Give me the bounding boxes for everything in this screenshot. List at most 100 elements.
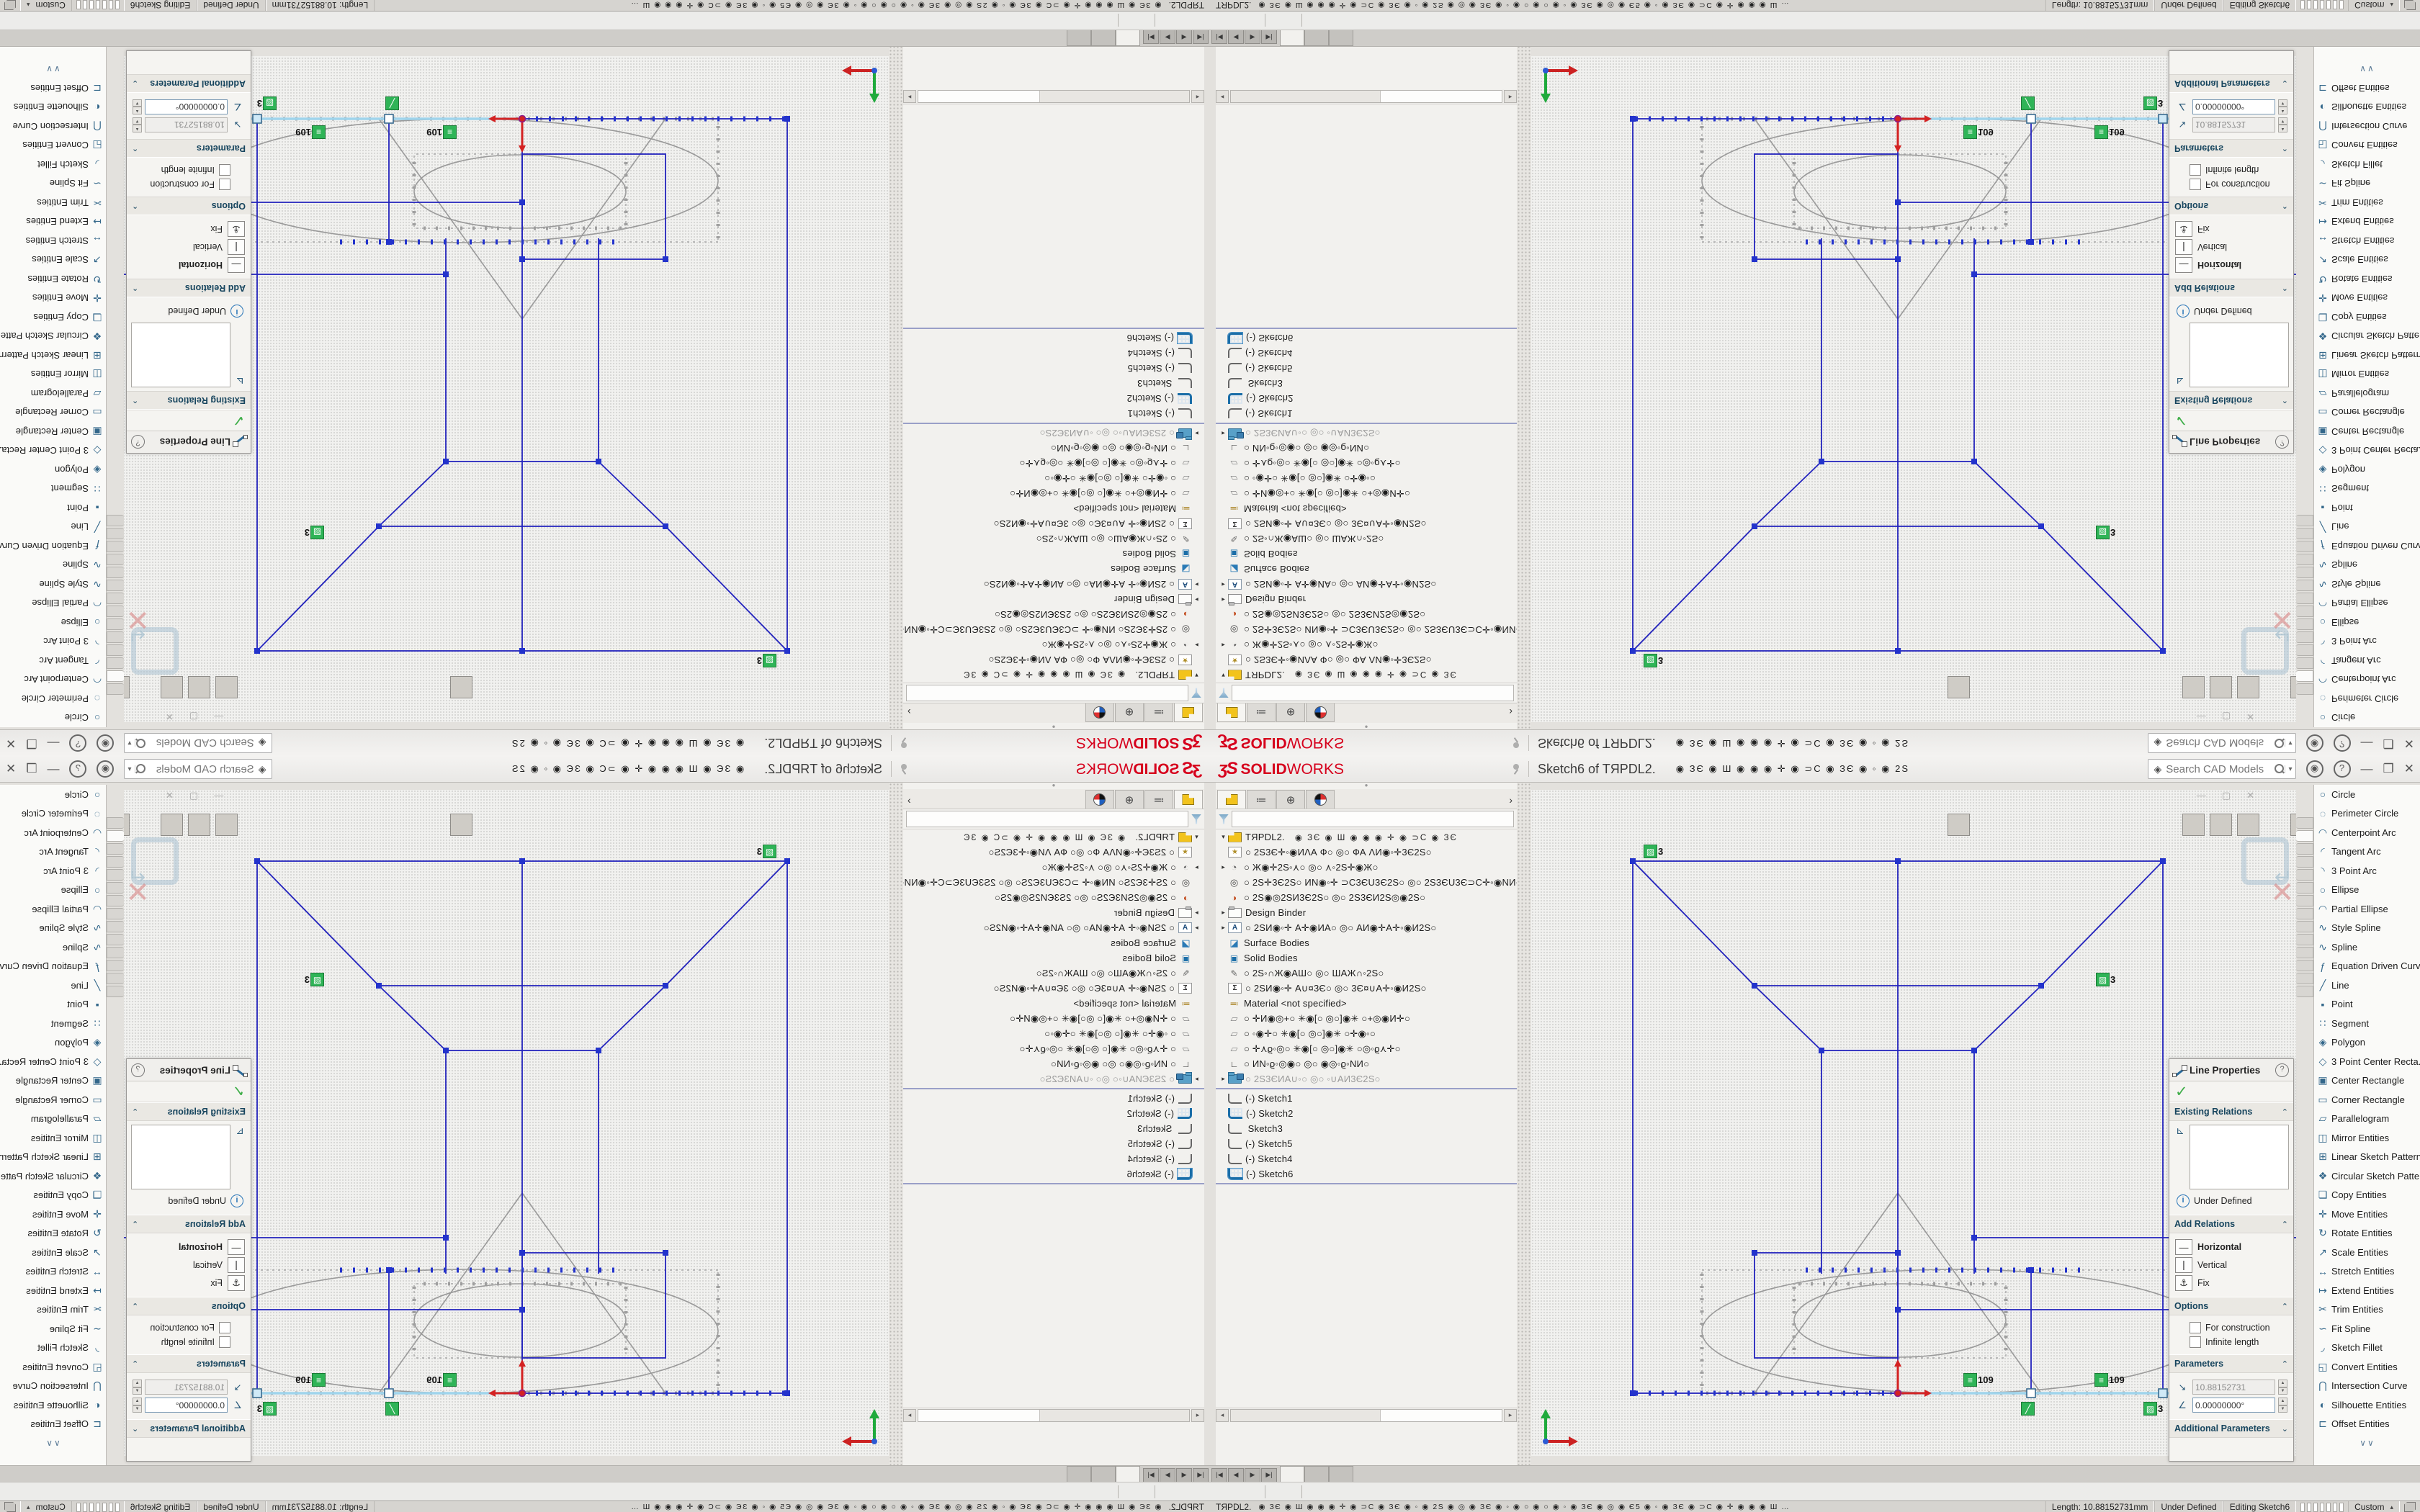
flyout-tool-item[interactable]: ◠ Partial Ellipse <box>0 899 106 919</box>
tab-last-button[interactable]: ▶| <box>1143 30 1159 44</box>
option-row[interactable]: Infinite length <box>2190 1336 2287 1348</box>
flyout-tool-item[interactable]: ↻ Rotate Entities <box>0 1224 106 1243</box>
tree-row[interactable]: ◎ ○ 2S✛3Є2S○ ИN◉◦✛ ⊃C3ЄU3Є2S○ ◎○ 2S3ЄU3Є… <box>1216 875 1517 890</box>
chevron-down-icon[interactable]: ⌄ <box>132 79 138 89</box>
tree-row[interactable]: ▱ ○ ✛И◉◎+○ ✳◉[○ ◎○]◉✳ ○+◎◉И✛○ <box>903 1011 1204 1026</box>
tree-row[interactable]: ▸ A ○ 2SИ◉◦✛ А✛◉ИА○ ◎○ АИ◉✛А✛◦◉И2S○ <box>1216 920 1517 935</box>
panel-help-icon[interactable]: ? <box>2275 436 2289 449</box>
menu-item[interactable] <box>1379 766 1397 772</box>
search-icon[interactable] <box>135 763 147 775</box>
chevron-up-icon[interactable]: ⌃ <box>132 284 138 293</box>
flyout-tool-item[interactable]: ◫ Mirror Entities <box>2314 365 2420 384</box>
flyout-tool-item[interactable]: ✛ Move Entities <box>0 289 106 308</box>
tree-pane-splitter[interactable] <box>1216 328 1517 329</box>
commandmanager-tab[interactable] <box>2296 593 2313 604</box>
menu-item[interactable] <box>915 740 933 746</box>
flyout-tool-item[interactable]: ↔ Stretch Entities <box>0 231 106 251</box>
checkbox[interactable] <box>2190 1322 2201 1333</box>
commandmanager-tab[interactable] <box>2296 515 2313 526</box>
chevron-up-icon[interactable]: ⌃ <box>132 144 138 153</box>
section-parameters[interactable]: Parameters⌃ <box>2169 1354 2293 1373</box>
flyout-tool-item[interactable]: ◐ Silhouette Entities <box>2314 1395 2420 1415</box>
flyout-tool-item[interactable]: ◈ Polygon <box>2314 1033 2420 1053</box>
commandmanager-tab[interactable] <box>107 528 124 539</box>
relation-badge-3[interactable]: ▨3 <box>2143 96 2163 110</box>
relation-button-icon[interactable]: — <box>228 257 245 273</box>
expand-arrow[interactable]: ▸ <box>1192 909 1201 917</box>
expand-arrow[interactable]: ▸ <box>1219 909 1228 917</box>
flyout-tool-item[interactable]: ∽ Fit Spline <box>0 174 106 194</box>
chevron-up-icon[interactable]: ⌃ <box>132 1302 138 1311</box>
flyout-tool-item[interactable]: ⊞ Linear Sketch Pattern <box>2314 1148 2420 1167</box>
flyout-tool-item[interactable]: ▭ Corner Rectangle <box>0 1090 106 1110</box>
add-relation-row[interactable]: ⚓ Fix <box>133 1275 245 1291</box>
flyout-tool-item[interactable]: ◞ Sketch Fillet <box>0 155 106 174</box>
ok-check-icon[interactable]: ✓ <box>232 1083 245 1101</box>
expand-arrow[interactable]: ▾ <box>1219 671 1228 679</box>
flyout-tool-item[interactable]: ◝ 3 Point Arc <box>0 861 106 881</box>
search-icon[interactable] <box>2273 763 2285 775</box>
tree-pane-splitter[interactable] <box>1216 423 1517 424</box>
tab-last-button[interactable]: ▶| <box>1261 30 1277 44</box>
checkbox[interactable] <box>2190 164 2201 176</box>
flyout-tool-item[interactable]: ○ Circle <box>2314 785 2420 804</box>
relation-badge-3[interactable]: ▨3 <box>1644 654 1663 667</box>
minimize-button[interactable]: — <box>2361 762 2373 776</box>
flyout-tool-item[interactable]: ◠ Centerpoint Arc <box>0 670 106 690</box>
expand-arrow[interactable]: ▸ <box>1219 1075 1228 1083</box>
add-relation-row[interactable]: — Horizontal <box>2175 1239 2287 1255</box>
model-tab[interactable] <box>1116 1466 1140 1482</box>
close-button[interactable]: ✕ <box>2404 762 2414 776</box>
panel-splitter[interactable] <box>1517 47 1531 729</box>
section-options[interactable]: Options⌃ <box>2169 197 2293 215</box>
flyout-tool-item[interactable]: ↦ Extend Entities <box>2314 212 2420 232</box>
flyout-tool-item[interactable]: ↦ Extend Entities <box>0 212 106 232</box>
flyout-tool-item[interactable]: ◠ Partial Ellipse <box>2314 594 2420 613</box>
scroll-thumb[interactable] <box>1039 91 1189 102</box>
commandmanager-tab[interactable] <box>107 895 124 906</box>
relation-badge-equal[interactable]: ≡109 <box>295 125 326 139</box>
commandmanager-tab[interactable] <box>2296 882 2313 894</box>
length-spinner[interactable]: ▲▼ <box>2278 1380 2287 1395</box>
tab-first-button[interactable]: |◀ <box>1211 30 1227 44</box>
model-tab[interactable] <box>1067 1466 1091 1482</box>
tree-filter-input[interactable] <box>1232 685 1514 701</box>
tree-row[interactable]: ▸ ◔ ○ Ж◉✛2S◦⋏○ ◎○ ⋏◦2S✛◉Ж○ <box>903 860 1204 875</box>
model-tab[interactable] <box>1091 1466 1116 1482</box>
tab-first-button[interactable]: |◀ <box>1193 30 1209 44</box>
expand-arrow[interactable]: ▸ <box>1192 1075 1201 1083</box>
flyout-tool-item[interactable]: ◐ Silhouette Entities <box>0 1395 106 1415</box>
model-tab[interactable] <box>1304 1466 1329 1482</box>
flyout-tool-item[interactable]: ◌ Perimeter Circle <box>0 804 106 824</box>
checkbox[interactable] <box>219 179 230 190</box>
tree-row[interactable]: ▱ ○ ✛И◉◎+○ ✳◉[○ ◎○]◉✳ ○+◎◉И✛○ <box>1216 486 1517 501</box>
option-row[interactable]: Infinite length <box>133 1336 230 1348</box>
relation-button-icon[interactable]: ❘ <box>2175 239 2192 255</box>
option-row[interactable]: Infinite length <box>133 164 230 176</box>
commandmanager-tab[interactable] <box>2296 606 2313 617</box>
expand-arrow[interactable]: ▸ <box>1219 429 1228 437</box>
sketch-row[interactable]: (-) Sketch1 <box>1216 1091 1517 1106</box>
option-row[interactable]: Infinite length <box>2190 164 2287 176</box>
section-add-relations[interactable]: Add Relations⌃ <box>127 1215 251 1233</box>
panel-splitter[interactable] <box>889 47 903 729</box>
flyout-tool-item[interactable]: ❖ Circular Sketch Pattern <box>0 1166 106 1186</box>
commandmanager-tab[interactable] <box>107 986 124 997</box>
relation-badge-equal[interactable]: ≡109 <box>2094 125 2125 139</box>
expand-arrow[interactable]: ▸ <box>1192 641 1201 649</box>
commandmanager-tab[interactable] <box>107 657 124 669</box>
menu-item[interactable] <box>958 740 977 746</box>
tabs-overflow-arrow[interactable]: › <box>1509 706 1512 718</box>
flyout-tool-item[interactable]: ◞ Sketch Fillet <box>2314 155 2420 174</box>
scroll-left-button[interactable]: ◂ <box>1191 90 1204 103</box>
flyout-tool-item[interactable]: ⋂ Intersection Curve <box>0 117 106 136</box>
tab-next-button[interactable]: ▶ <box>1160 30 1175 44</box>
section-existing-relations[interactable]: Existing Relations⌃ <box>127 391 251 410</box>
commandmanager-tab[interactable] <box>2296 618 2313 630</box>
flyout-tool-item[interactable]: ◠ Centerpoint Arc <box>2314 670 2420 690</box>
menu-item[interactable] <box>1422 740 1440 746</box>
tree-row[interactable]: ◑ ○ 2S◉◎2SИ3Є2S○ ◎○ 2S3ЄИ2S◎◉2S○ <box>903 607 1204 622</box>
section-additional-parameters[interactable]: Additional Parameters⌄ <box>127 1419 251 1438</box>
cancel-sketch-corner-icon[interactable]: ✕ <box>125 876 150 909</box>
tree-horizontal-scrollbar[interactable]: ◂ ▸ <box>1216 1408 1517 1423</box>
